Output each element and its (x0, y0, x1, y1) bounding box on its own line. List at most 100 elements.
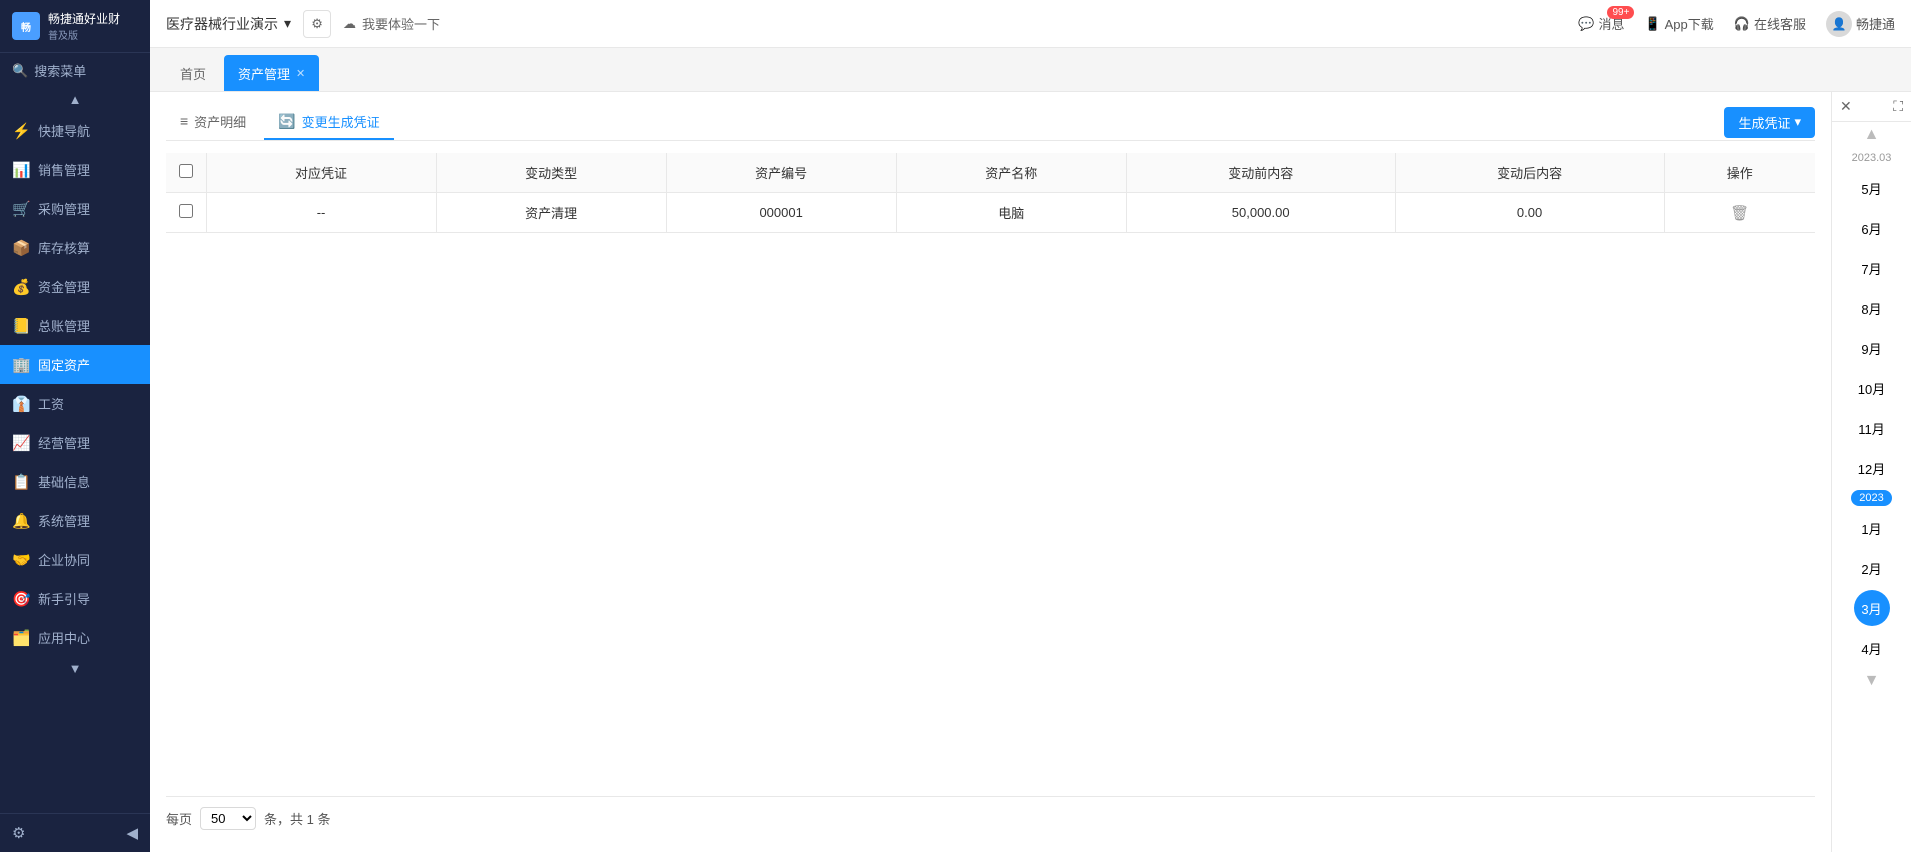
user-menu[interactable]: 👤 畅捷通 (1826, 11, 1895, 37)
avatar-icon: 👤 (1832, 17, 1847, 31)
sidebar-item-basic-info[interactable]: 📋 基础信息 (0, 462, 150, 501)
year-2023-badge[interactable]: 2023 (1851, 490, 1891, 506)
tab-close-icon[interactable]: ✕ (296, 67, 305, 80)
asset-detail-icon: ≡ (180, 113, 188, 129)
app-center-icon: 🗂️ (12, 629, 30, 647)
month-10[interactable]: 10月 (1854, 370, 1890, 406)
date-nav-down[interactable]: ▼ (1860, 668, 1884, 694)
sidebar-item-sales[interactable]: 📊 销售管理 (0, 150, 150, 189)
th-change-type: 变动类型 (436, 153, 666, 193)
generate-voucher-button[interactable]: 生成凭证 ▾ (1724, 107, 1815, 138)
sidebar-bottom: ⚙ ◀ (0, 813, 150, 852)
settings-button[interactable]: ⚙ (303, 10, 331, 38)
logo-text: 畅捷通好业财 普及版 (48, 10, 120, 42)
collapse-icon[interactable]: ◀ (126, 824, 138, 842)
company-name: 医疗器械行业演示 (166, 14, 278, 34)
app-download-label: App下载 (1665, 14, 1714, 33)
table-row: -- 资产清理 000001 电脑 50,000.00 0.00 🗑 (166, 193, 1815, 233)
month-4[interactable]: 4月 (1854, 630, 1890, 666)
sidebar-item-label: 应用中心 (38, 628, 90, 647)
tab-home[interactable]: 首页 (166, 55, 220, 91)
month-12[interactable]: 12月 (1854, 450, 1890, 486)
th-operation: 操作 (1664, 153, 1815, 193)
settings-icon[interactable]: ⚙ (12, 824, 25, 842)
tab-asset-mgmt[interactable]: 资产管理 ✕ (224, 55, 319, 91)
row-asset-name: 电脑 (896, 193, 1126, 233)
right-panel-header: ✕ ⛶ (1832, 92, 1911, 122)
sidebar-item-enterprise[interactable]: 🤝 企业协同 (0, 540, 150, 579)
logo-icon: 畅 (12, 12, 40, 40)
date-nav-up[interactable]: ▲ (1860, 122, 1884, 148)
search-label: 搜索菜单 (34, 61, 86, 80)
delete-icon[interactable]: 🗑 (1730, 205, 1749, 222)
online-service-label: 在线客服 (1754, 14, 1806, 33)
inner-tab-asset-detail-label: 资产明细 (194, 112, 246, 131)
month-8[interactable]: 8月 (1854, 290, 1890, 326)
sidebar-item-system[interactable]: 🔔 系统管理 (0, 501, 150, 540)
sidebar-item-label: 销售管理 (38, 160, 90, 179)
inner-tab-change-voucher[interactable]: 🔄 变更生成凭证 (264, 104, 393, 140)
download-icon: 📱 (1644, 16, 1660, 32)
messages-button[interactable]: 💬 消息 99+ (1578, 14, 1624, 33)
search-icon: 🔍 (12, 63, 28, 79)
scroll-down-arrow[interactable]: ▼ (0, 657, 150, 680)
company-chevron: ▾ (284, 15, 291, 32)
logo-sub: 普及版 (48, 27, 120, 42)
sidebar-item-ledger[interactable]: 📒 总账管理 (0, 306, 150, 345)
online-service-button[interactable]: 🎧 在线客服 (1734, 14, 1806, 33)
topbar-right: 💬 消息 99+ 📱 App下载 🎧 在线客服 👤 畅捷通 (1578, 11, 1895, 37)
row-checkbox[interactable] (179, 204, 193, 218)
month-2[interactable]: 2月 (1854, 550, 1890, 586)
sidebar-item-quick-nav[interactable]: ⚡ 快捷导航 (0, 111, 150, 150)
generate-chevron: ▾ (1794, 114, 1801, 130)
sidebar-item-inventory[interactable]: 📦 库存核算 (0, 228, 150, 267)
sidebar-item-funds[interactable]: 💰 资金管理 (0, 267, 150, 306)
th-before-change: 变动前内容 (1126, 153, 1395, 193)
enterprise-icon: 🤝 (12, 551, 30, 569)
experience-button[interactable]: ☁ 我要体验一下 (343, 14, 440, 33)
select-all-checkbox[interactable] (179, 164, 193, 178)
month-9[interactable]: 9月 (1854, 330, 1890, 366)
cloud-icon: ☁ (343, 16, 356, 32)
month-5[interactable]: 5月 (1854, 170, 1890, 206)
sidebar-search[interactable]: 🔍 搜索菜单 (0, 53, 150, 88)
th-checkbox (166, 153, 206, 193)
company-selector[interactable]: 医疗器械行业演示 ▾ (166, 14, 291, 34)
tab-asset-mgmt-label: 资产管理 (238, 64, 290, 83)
row-after-change: 0.00 (1395, 193, 1664, 233)
sidebar-item-label: 快捷导航 (38, 121, 90, 140)
close-icon[interactable]: ✕ (1840, 98, 1852, 115)
year-prev-label: 2023.03 (1832, 148, 1911, 168)
service-icon: 🎧 (1734, 16, 1750, 32)
month-1[interactable]: 1月 (1854, 510, 1890, 546)
tabbar: 首页 资产管理 ✕ (150, 48, 1911, 92)
inner-tab-asset-detail[interactable]: ≡ 资产明细 (166, 104, 260, 140)
basic-info-icon: 📋 (12, 473, 30, 491)
app-download-button[interactable]: 📱 App下载 (1644, 14, 1713, 33)
scroll-up-arrow[interactable]: ▲ (0, 88, 150, 111)
sidebar-item-purchase[interactable]: 🛒 采购管理 (0, 189, 150, 228)
sidebar: 畅 畅捷通好业财 普及版 🔍 搜索菜单 ▲ ⚡ 快捷导航 📊 销售管理 🛒 采购… (0, 0, 150, 852)
generate-label: 生成凭证 (1738, 113, 1790, 132)
page-size-select[interactable]: 50 10 20 100 (200, 807, 256, 830)
sidebar-item-fixed-assets[interactable]: 🏢 固定资产 (0, 345, 150, 384)
purchase-icon: 🛒 (12, 200, 30, 218)
sidebar-item-operations[interactable]: 📈 经营管理 (0, 423, 150, 462)
month-3[interactable]: 3月 (1854, 590, 1890, 626)
month-7[interactable]: 7月 (1854, 250, 1890, 286)
total-label: 条，共 1 条 (264, 809, 330, 828)
th-asset-name: 资产名称 (896, 153, 1126, 193)
per-page-label: 每页 (166, 809, 192, 828)
sidebar-item-app-center[interactable]: 🗂️ 应用中心 (0, 618, 150, 657)
sidebar-item-guide[interactable]: 🎯 新手引导 (0, 579, 150, 618)
expand-icon[interactable]: ⛶ (1893, 98, 1903, 115)
message-icon: 💬 (1578, 16, 1594, 32)
main-area: 医疗器械行业演示 ▾ ⚙ ☁ 我要体验一下 💬 消息 99+ 📱 App下载 🎧… (150, 0, 1911, 852)
month-6[interactable]: 6月 (1854, 210, 1890, 246)
sidebar-item-label: 新手引导 (38, 589, 90, 608)
messages-badge: 99+ (1607, 6, 1634, 19)
experience-label: 我要体验一下 (362, 14, 440, 33)
month-11[interactable]: 11月 (1854, 410, 1890, 446)
sidebar-item-payroll[interactable]: 👔 工资 (0, 384, 150, 423)
sidebar-item-label: 系统管理 (38, 511, 90, 530)
